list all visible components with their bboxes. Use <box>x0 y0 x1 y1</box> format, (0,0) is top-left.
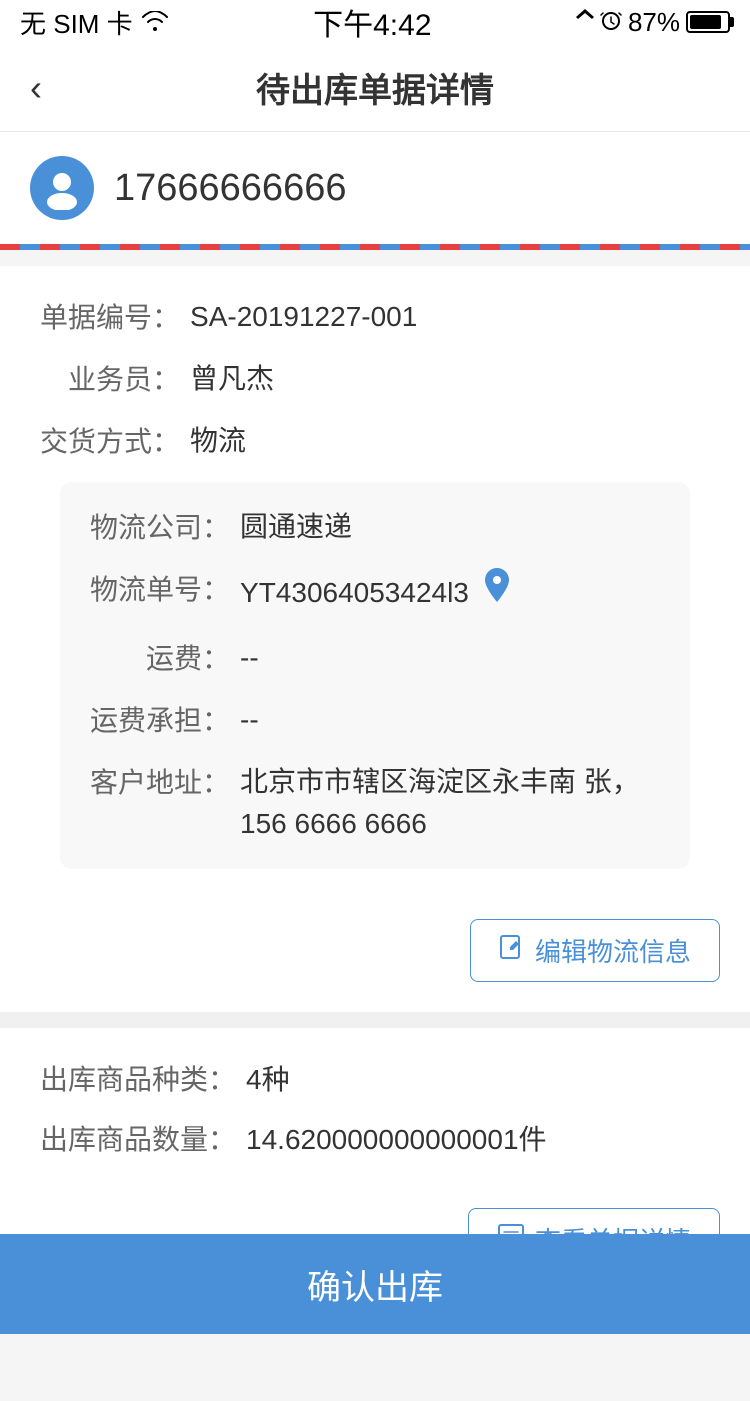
battery-icon <box>686 11 730 33</box>
status-bar-time: 下午4:42 <box>313 0 431 44</box>
logistics-company-label: 物流公司： <box>90 506 230 546</box>
address-label: 客户地址： <box>90 761 230 801</box>
freight-bearer-label: 运费承担： <box>90 699 230 739</box>
wifi-icon <box>141 7 169 38</box>
map-pin-icon[interactable] <box>481 568 513 617</box>
stats-section: 出库商品种类： 4种 出库商品数量： 14.620000000000001件 <box>0 1028 750 1188</box>
tracking-no-row: 物流单号： YT43064053424l3 <box>90 568 660 617</box>
order-info-section: 单据编号： SA-20191227-001 业务员： 曾凡杰 交货方式： 物流 … <box>0 266 750 899</box>
order-no-label: 单据编号： <box>40 296 180 336</box>
freight-value: -- <box>240 637 660 679</box>
salesperson-label: 业务员： <box>40 358 180 398</box>
edit-btn-row: 编辑物流信息 <box>0 899 750 1012</box>
alarm-icon <box>600 7 622 38</box>
avatar <box>30 156 94 220</box>
status-bar-right: 87% <box>576 7 730 38</box>
freight-row: 运费： -- <box>90 637 660 679</box>
confirm-button-label: 确认出库 <box>307 1260 443 1309</box>
battery-percent: 87% <box>628 7 680 38</box>
product-types-row: 出库商品种类： 4种 <box>40 1058 710 1098</box>
order-no-value: SA-20191227-001 <box>190 296 710 338</box>
freight-bearer-row: 运费承担： -- <box>90 699 660 741</box>
page-title: 待出库单据详情 <box>256 63 494 112</box>
address-value: 北京市市辖区海淀区永丰南 张，156 6666 6666 <box>240 761 660 845</box>
edit-logistics-button[interactable]: 编辑物流信息 <box>470 919 720 982</box>
status-bar-left: 无 SIM 卡 <box>20 4 169 41</box>
address-row: 客户地址： 北京市市辖区海淀区永丰南 张，156 6666 6666 <box>90 761 660 845</box>
section-divider <box>0 1012 750 1028</box>
edit-logistics-label: 编辑物流信息 <box>535 932 691 969</box>
product-types-label: 出库商品种类： <box>40 1058 236 1098</box>
salesperson-row: 业务员： 曾凡杰 <box>40 358 710 400</box>
edit-icon <box>499 934 525 967</box>
delivery-method-row: 交货方式： 物流 <box>40 420 710 462</box>
user-phone: 17666666666 <box>114 167 346 210</box>
sim-label: 无 SIM 卡 <box>20 4 133 41</box>
status-bar: 无 SIM 卡 下午4:42 87% <box>0 0 750 44</box>
freight-label: 运费： <box>90 637 230 677</box>
salesperson-value: 曾凡杰 <box>190 358 710 400</box>
confirm-button-bar[interactable]: 确认出库 <box>0 1234 750 1334</box>
product-qty-label: 出库商品数量： <box>40 1118 236 1158</box>
tracking-no-value: YT43064053424l3 <box>240 568 660 617</box>
location-status-icon <box>576 7 594 38</box>
product-qty-value: 14.620000000000001件 <box>246 1118 547 1158</box>
product-types-value: 4种 <box>246 1058 290 1098</box>
delivery-method-value: 物流 <box>190 420 710 462</box>
freight-bearer-value: -- <box>240 699 660 741</box>
user-card: 17666666666 <box>0 132 750 244</box>
dashed-divider <box>0 244 750 250</box>
logistics-company-value: 圆通速递 <box>240 506 660 548</box>
delivery-method-label: 交货方式： <box>40 420 180 460</box>
tracking-no-label: 物流单号： <box>90 568 230 608</box>
back-button[interactable]: ‹ <box>30 67 42 109</box>
order-no-row: 单据编号： SA-20191227-001 <box>40 296 710 338</box>
logistics-card: 物流公司： 圆通速递 物流单号： YT43064053424l3 运费： -- … <box>60 482 690 869</box>
logistics-company-row: 物流公司： 圆通速递 <box>90 506 660 548</box>
nav-bar: ‹ 待出库单据详情 <box>0 44 750 132</box>
product-qty-row: 出库商品数量： 14.620000000000001件 <box>40 1118 710 1158</box>
